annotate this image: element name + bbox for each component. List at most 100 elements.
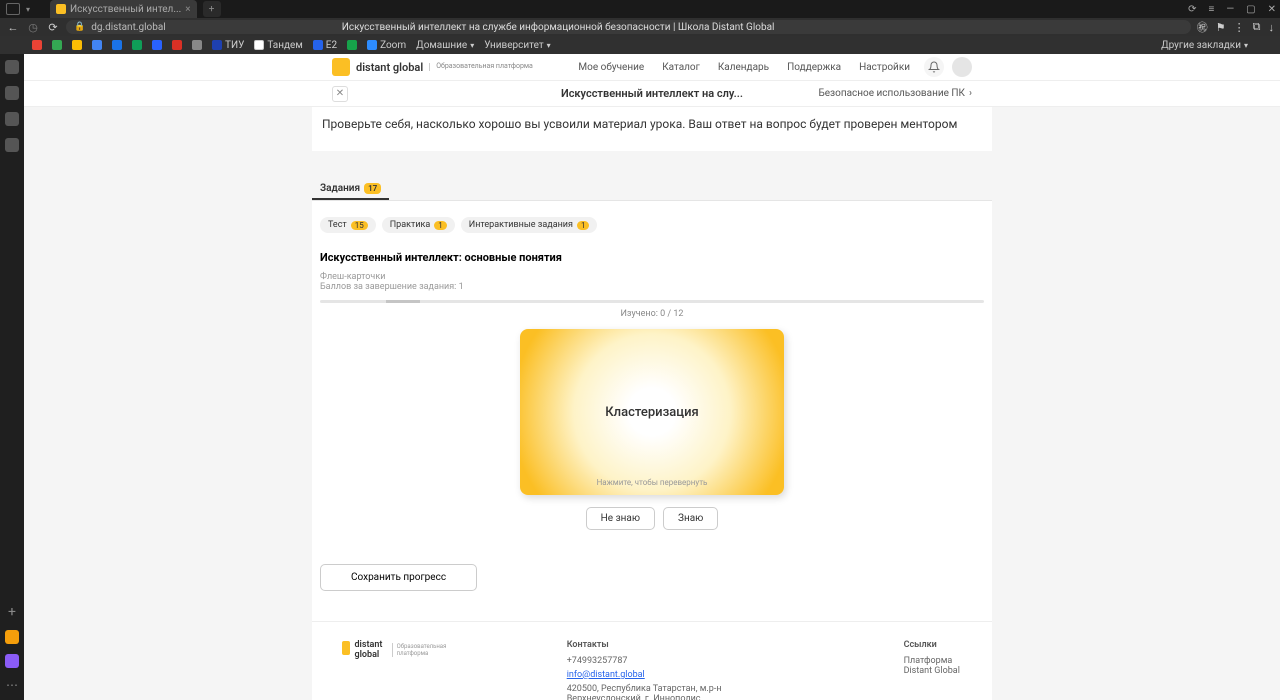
bookmark-item[interactable]: [192, 40, 202, 50]
address-bar[interactable]: 🔒 dg.distant.global Искусственный интелл…: [66, 20, 1191, 34]
history-icon[interactable]: ◷: [26, 20, 40, 34]
bookmark-folder-home[interactable]: Домашние ▾: [416, 40, 474, 51]
close-lesson-icon[interactable]: ✕: [332, 86, 348, 102]
download-icon[interactable]: ↓: [1269, 21, 1275, 34]
nav-support[interactable]: Поддержка: [787, 62, 841, 73]
browser-sidebar: + ⋯: [0, 54, 24, 700]
close-tab-icon[interactable]: ×: [185, 4, 190, 15]
dropdown-icon[interactable]: ▾: [26, 5, 30, 14]
nav-settings[interactable]: Настройки: [859, 62, 910, 73]
tab-tasks[interactable]: Задания 17: [312, 179, 389, 200]
browser-tab-active[interactable]: Искусственный интел... ×: [50, 0, 197, 18]
answer-buttons: Не знаю Знаю: [320, 507, 984, 530]
user-avatar[interactable]: [952, 57, 972, 77]
lock-icon: 🔒: [74, 22, 85, 32]
logo-subtitle: Образовательная платформа: [429, 63, 533, 71]
lesson-title: Искусственный интеллект на слу...: [561, 87, 743, 100]
nav-calendar[interactable]: Календарь: [718, 62, 769, 73]
bookmark-item[interactable]: [112, 40, 122, 50]
bookmark-tandem[interactable]: Тандем: [254, 40, 302, 51]
other-bookmarks[interactable]: Другие закладки ▾: [1161, 40, 1248, 51]
window-left-controls: ▾: [6, 3, 30, 15]
sidebar-more-icon[interactable]: ⋯: [6, 678, 18, 692]
platform-link[interactable]: Платформа Distant Global: [904, 656, 962, 676]
footer-logo-col: distant global Образовательная платформа: [342, 640, 447, 700]
app-icon[interactable]: [6, 3, 20, 15]
bookmark-e2[interactable]: E2: [313, 40, 337, 51]
back-icon[interactable]: ←: [6, 20, 20, 34]
bookmark-item[interactable]: [92, 40, 102, 50]
footer-phone: +74993257787: [567, 656, 784, 666]
save-progress-button[interactable]: Сохранить прогресс: [320, 564, 477, 591]
task-type-pills: Тест 15 Практика 1 Интерактивные задания…: [320, 217, 984, 233]
window-titlebar: ▾ Искусственный интел... × + ⟳ ≡ — ▢ ✕: [0, 0, 1280, 18]
nav-my-learning[interactable]: Мое обучение: [578, 62, 644, 73]
address-bar-row: ← ◷ ⟳ 🔒 dg.distant.global Искусственный …: [0, 18, 1280, 36]
flashcard[interactable]: Кластеризация Нажмите, чтобы перевернуть: [520, 329, 784, 495]
pill-practice[interactable]: Практика 1: [382, 217, 455, 233]
tasks-panel: Тест 15 Практика 1 Интерактивные задания…: [312, 201, 992, 621]
bookmark-item[interactable]: [32, 40, 42, 50]
nav-catalog[interactable]: Каталог: [662, 62, 700, 73]
bookmark-item[interactable]: [132, 40, 142, 50]
sync-icon[interactable]: ⟳: [1188, 4, 1196, 15]
bookmark-item[interactable]: [72, 40, 82, 50]
pill-interactive[interactable]: Интерактивные задания 1: [461, 217, 598, 233]
page-title: Искусственный интеллект на службе информ…: [342, 22, 775, 33]
bookmark-zoom[interactable]: Zoom: [367, 40, 406, 51]
translate-icon[interactable]: ㊗: [1197, 19, 1208, 35]
footer-links-col: Ссылки Платформа Distant Global: [904, 640, 962, 700]
bookmark-tiu[interactable]: ТИУ: [212, 40, 244, 51]
bookmark-folder-university[interactable]: Университет ▾: [484, 40, 550, 51]
section-title: Искусственный интеллект: основные поняти…: [320, 251, 984, 264]
footer-logo-icon: [342, 641, 350, 655]
app-logo[interactable]: distant global Образовательная платформа: [332, 58, 533, 76]
new-tab-button[interactable]: +: [203, 1, 221, 17]
know-button[interactable]: Знаю: [663, 507, 718, 530]
reload-icon[interactable]: ⟳: [46, 20, 60, 34]
sidebar-item[interactable]: [5, 654, 19, 668]
footer-address: 420500, Республика Татарстан, м.р-н Верх…: [567, 684, 784, 700]
page-viewport: distant global Образовательная платформа…: [24, 54, 1280, 700]
task-type-label: Флеш-карточки: [320, 272, 984, 282]
lesson-breadcrumb: ✕ Искусственный интеллект на слу... Безо…: [24, 81, 1280, 107]
minimize-icon[interactable]: —: [1226, 4, 1234, 15]
app-header: distant global Образовательная платформа…: [24, 54, 1280, 81]
progress-text: Изучено: 0 / 12: [320, 309, 984, 319]
sidebar-item[interactable]: [5, 112, 19, 126]
bookmark-item[interactable]: [347, 40, 357, 50]
tasks-count-badge: 17: [364, 183, 381, 194]
close-window-icon[interactable]: ✕: [1268, 4, 1276, 15]
flashcard-hint: Нажмите, чтобы перевернуть: [597, 478, 708, 487]
page-footer: distant global Образовательная платформа…: [312, 621, 992, 700]
sidebar-item[interactable]: [5, 138, 19, 152]
chevron-right-icon: ›: [969, 88, 972, 99]
logo-text: distant global: [356, 61, 423, 74]
sidebar-item[interactable]: [5, 630, 19, 644]
bookmark-item[interactable]: [152, 40, 162, 50]
maximize-icon[interactable]: ▢: [1246, 4, 1255, 15]
menu-icon[interactable]: ≡: [1209, 4, 1215, 15]
sidebar-item[interactable]: [5, 60, 19, 74]
sidebar-add-icon[interactable]: +: [8, 604, 16, 620]
dont-know-button[interactable]: Не знаю: [586, 507, 655, 530]
kebab-icon[interactable]: ⋮: [1234, 21, 1245, 34]
contacts-heading: Контакты: [567, 640, 784, 650]
footer-contacts-col: Контакты +74993257787 info@distant.globa…: [567, 640, 784, 700]
pill-test[interactable]: Тест 15: [320, 217, 376, 233]
url-text: dg.distant.global: [91, 22, 166, 33]
notifications-icon[interactable]: [924, 57, 944, 77]
bookmark-icon[interactable]: ⚑: [1216, 21, 1226, 34]
flashcard-term: Кластеризация: [605, 405, 698, 420]
sidebar-item[interactable]: [5, 86, 19, 100]
bookmark-item[interactable]: [52, 40, 62, 50]
favicon-icon: [56, 4, 66, 14]
window-controls: ⟳ ≡ — ▢ ✕: [1188, 4, 1276, 15]
progress-bar: [320, 300, 984, 303]
tasks-tabs: Задания 17: [312, 179, 992, 201]
bookmark-item[interactable]: [172, 40, 182, 50]
extensions-icon[interactable]: ⧉: [1253, 20, 1261, 34]
footer-email-link[interactable]: info@distant.global: [567, 670, 645, 680]
next-lesson-link[interactable]: Безопасное использование ПК ›: [818, 88, 972, 99]
tab-title: Искусственный интел...: [70, 4, 181, 15]
